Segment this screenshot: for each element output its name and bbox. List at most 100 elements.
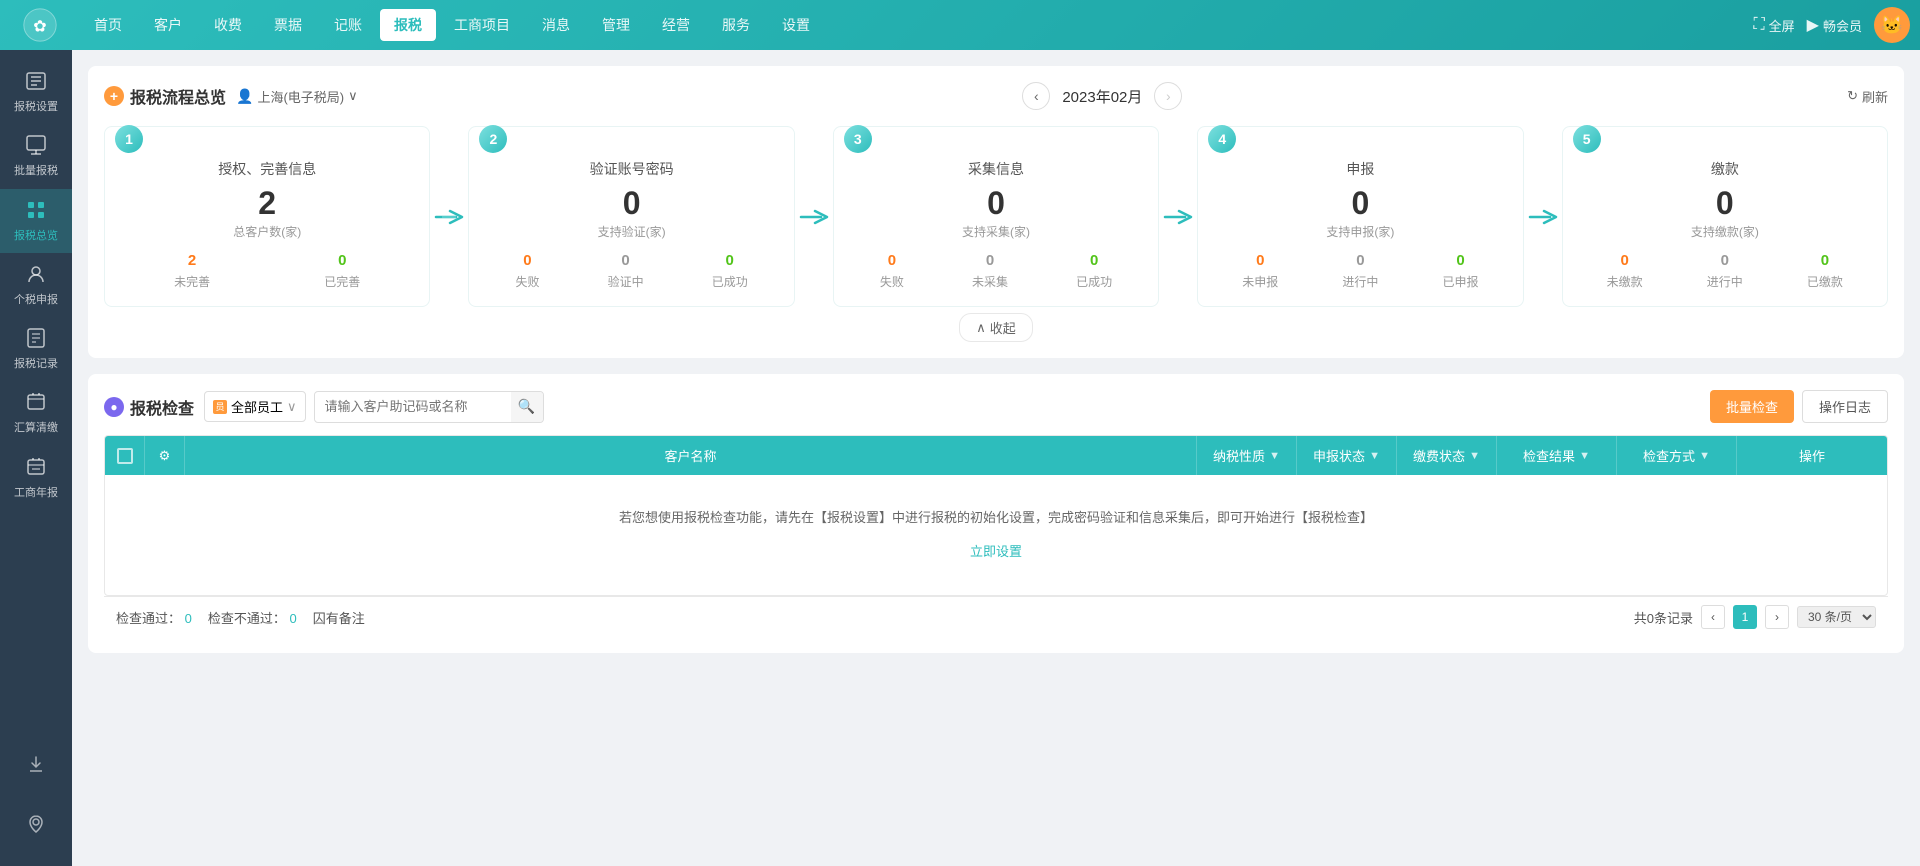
th-tax-nature-label: 纳税性质 — [1213, 446, 1265, 465]
nav-client[interactable]: 客户 — [140, 9, 196, 41]
stat-label-fail-3: 失败 — [880, 273, 904, 290]
member-btn[interactable]: ▶ 畅会员 — [1807, 15, 1862, 35]
th-checkbox-col[interactable] — [105, 436, 145, 475]
th-check-result[interactable]: 检查结果 ▼ — [1497, 436, 1617, 475]
sidebar-item-tax-record[interactable]: 报税记录 — [0, 317, 72, 381]
card-stats-1: 2 未完善 0 已完善 — [117, 252, 417, 290]
sidebar-item-settlement[interactable]: 汇算清缴 — [0, 381, 72, 445]
filter-row: 员 全部员工 ∨ 🔍 — [204, 391, 544, 423]
th-check-method[interactable]: 检查方式 ▼ — [1617, 436, 1737, 475]
fullscreen-btn[interactable]: ⛶ 全屏 — [1753, 16, 1794, 35]
collapse-btn[interactable]: ∧ 收起 — [959, 313, 1033, 342]
header-checkbox[interactable] — [117, 448, 133, 464]
search-button[interactable]: 🔍 — [511, 392, 543, 422]
stat-label-success-3: 已成功 — [1076, 273, 1112, 290]
arrow-1 — [430, 207, 468, 227]
nav-service[interactable]: 服务 — [708, 9, 764, 41]
page-1-btn[interactable]: 1 — [1733, 605, 1757, 629]
th-payment-status[interactable]: 缴费状态 ▼ — [1397, 436, 1497, 475]
search-input[interactable] — [315, 393, 511, 420]
sidebar-download[interactable] — [0, 736, 72, 796]
card-sub-5: 支持缴款(家) — [1575, 223, 1875, 240]
fail-count[interactable]: 0 — [290, 611, 297, 626]
refresh-label: 刷新 — [1862, 87, 1888, 106]
pass-count[interactable]: 0 — [185, 611, 192, 626]
stat-num-success-2: 0 — [726, 252, 734, 269]
stat-label-uncomplete: 未完善 — [174, 273, 210, 290]
nav-tax[interactable]: 报税 — [380, 9, 436, 41]
sidebar: 报税设置 批量报税 报税总览 个税 — [0, 50, 72, 866]
nav-home[interactable]: 首页 — [80, 9, 136, 41]
batch-check-btn[interactable]: 批量检查 — [1710, 390, 1794, 423]
card-stats-2: 0 失败 0 验证中 0 已成功 — [481, 252, 781, 290]
table-body-empty: 若您想使用报税检查功能，请先在【报税设置】中进行报税的初始化设置，完成密码验证和… — [105, 475, 1887, 595]
month-display: 2023年02月 — [1062, 86, 1142, 107]
org-selector[interactable]: 👤 上海(电子税局) ∨ — [236, 87, 358, 106]
card-stats-4: 0 未申报 0 进行中 0 已申报 — [1210, 252, 1510, 290]
nav-invoice[interactable]: 票据 — [260, 9, 316, 41]
personal-tax-icon — [25, 263, 47, 289]
setup-link[interactable]: 立即设置 — [970, 544, 1022, 559]
nav-account[interactable]: 记账 — [320, 9, 376, 41]
stat-fail-2: 0 失败 — [515, 252, 539, 290]
sidebar-item-batch-tax[interactable]: 批量报税 — [0, 124, 72, 188]
nav-message[interactable]: 消息 — [528, 9, 584, 41]
stat-success-2: 0 已成功 — [712, 252, 748, 290]
stat-unfiled-4: 0 未申报 — [1242, 252, 1278, 290]
last-page-btn[interactable]: › — [1765, 605, 1789, 629]
sidebar-item-personal-tax[interactable]: 个税申报 — [0, 253, 72, 317]
stat-success-3: 0 已成功 — [1076, 252, 1112, 290]
stat-label-inprogress-4: 进行中 — [1342, 273, 1378, 290]
card-sub-1: 总客户数(家) — [117, 223, 417, 240]
annual-report-icon — [25, 456, 47, 482]
th-filing-status[interactable]: 申报状态 ▼ — [1297, 436, 1397, 475]
sidebar-item-tax-overview[interactable]: 报税总览 — [0, 189, 72, 253]
next-month-btn[interactable]: › — [1154, 82, 1182, 110]
check-header: ● 报税检查 员 全部员工 ∨ 🔍 批量检查 操作日志 — [104, 390, 1888, 423]
card-main-num-2: 0 — [481, 187, 781, 219]
th-tax-nature[interactable]: 纳税性质 ▼ — [1197, 436, 1297, 475]
sidebar-item-tax-settings[interactable]: 报税设置 — [0, 60, 72, 124]
employee-filter-icon: 员 — [213, 400, 227, 414]
refresh-icon: ↻ — [1847, 88, 1858, 104]
sidebar-item-annual-report[interactable]: 工商年报 — [0, 446, 72, 510]
first-page-btn[interactable]: ‹ — [1701, 605, 1725, 629]
step-badge-5: 5 — [1573, 125, 1601, 153]
card-stats-3: 0 失败 0 未采集 0 已成功 — [846, 252, 1146, 290]
stat-num-unfiled-4: 0 — [1256, 252, 1264, 269]
note-label: 囚有备注 — [313, 608, 365, 627]
per-page-select[interactable]: 30 条/页 — [1797, 606, 1876, 628]
stat-uncomplete: 2 未完善 — [174, 252, 210, 290]
card-title-2: 验证账号密码 — [481, 159, 781, 179]
refresh-btn[interactable]: ↻ 刷新 — [1847, 87, 1888, 106]
stat-label-uncollected-3: 未采集 — [972, 273, 1008, 290]
sidebar-location[interactable] — [0, 796, 72, 856]
nav-fee[interactable]: 收费 — [200, 9, 256, 41]
nav-manage[interactable]: 管理 — [588, 9, 644, 41]
th-action: 操作 — [1737, 436, 1887, 475]
avatar[interactable]: 🐱 — [1874, 7, 1910, 43]
download-icon — [26, 754, 46, 778]
th-client-name[interactable]: 客户名称 — [185, 436, 1197, 475]
stat-num-fail-3: 0 — [888, 252, 896, 269]
th-check-method-label: 检查方式 — [1643, 446, 1695, 465]
table-footer: 检查通过： 0 检查不通过： 0 囚有备注 共0条记录 ‹ 1 › 30 条/页 — [104, 596, 1888, 637]
collapse-row: ∧ 收起 — [104, 307, 1888, 342]
operation-log-btn[interactable]: 操作日志 — [1802, 390, 1888, 423]
stat-unpaid-5: 0 未缴款 — [1607, 252, 1643, 290]
svg-text:✿: ✿ — [33, 17, 47, 35]
sidebar-label-tax-settings: 报税设置 — [14, 100, 58, 114]
prev-month-btn[interactable]: ‹ — [1022, 82, 1050, 110]
nav-operation[interactable]: 经营 — [648, 9, 704, 41]
fullscreen-icon: ⛶ — [1753, 16, 1764, 34]
card-main-num-3: 0 — [846, 187, 1146, 219]
check-section: ● 报税检查 员 全部员工 ∨ 🔍 批量检查 操作日志 — [88, 374, 1904, 653]
stat-complete: 0 已完善 — [324, 252, 360, 290]
th-filing-label: 申报状态 — [1313, 446, 1365, 465]
nav-settings[interactable]: 设置 — [768, 9, 824, 41]
logo: ✿ — [10, 7, 70, 43]
employee-filter[interactable]: 员 全部员工 ∨ — [204, 391, 306, 422]
filter-icon-4: ▼ — [1579, 450, 1590, 462]
step-badge-2: 2 — [479, 125, 507, 153]
nav-business[interactable]: 工商项目 — [440, 9, 524, 41]
